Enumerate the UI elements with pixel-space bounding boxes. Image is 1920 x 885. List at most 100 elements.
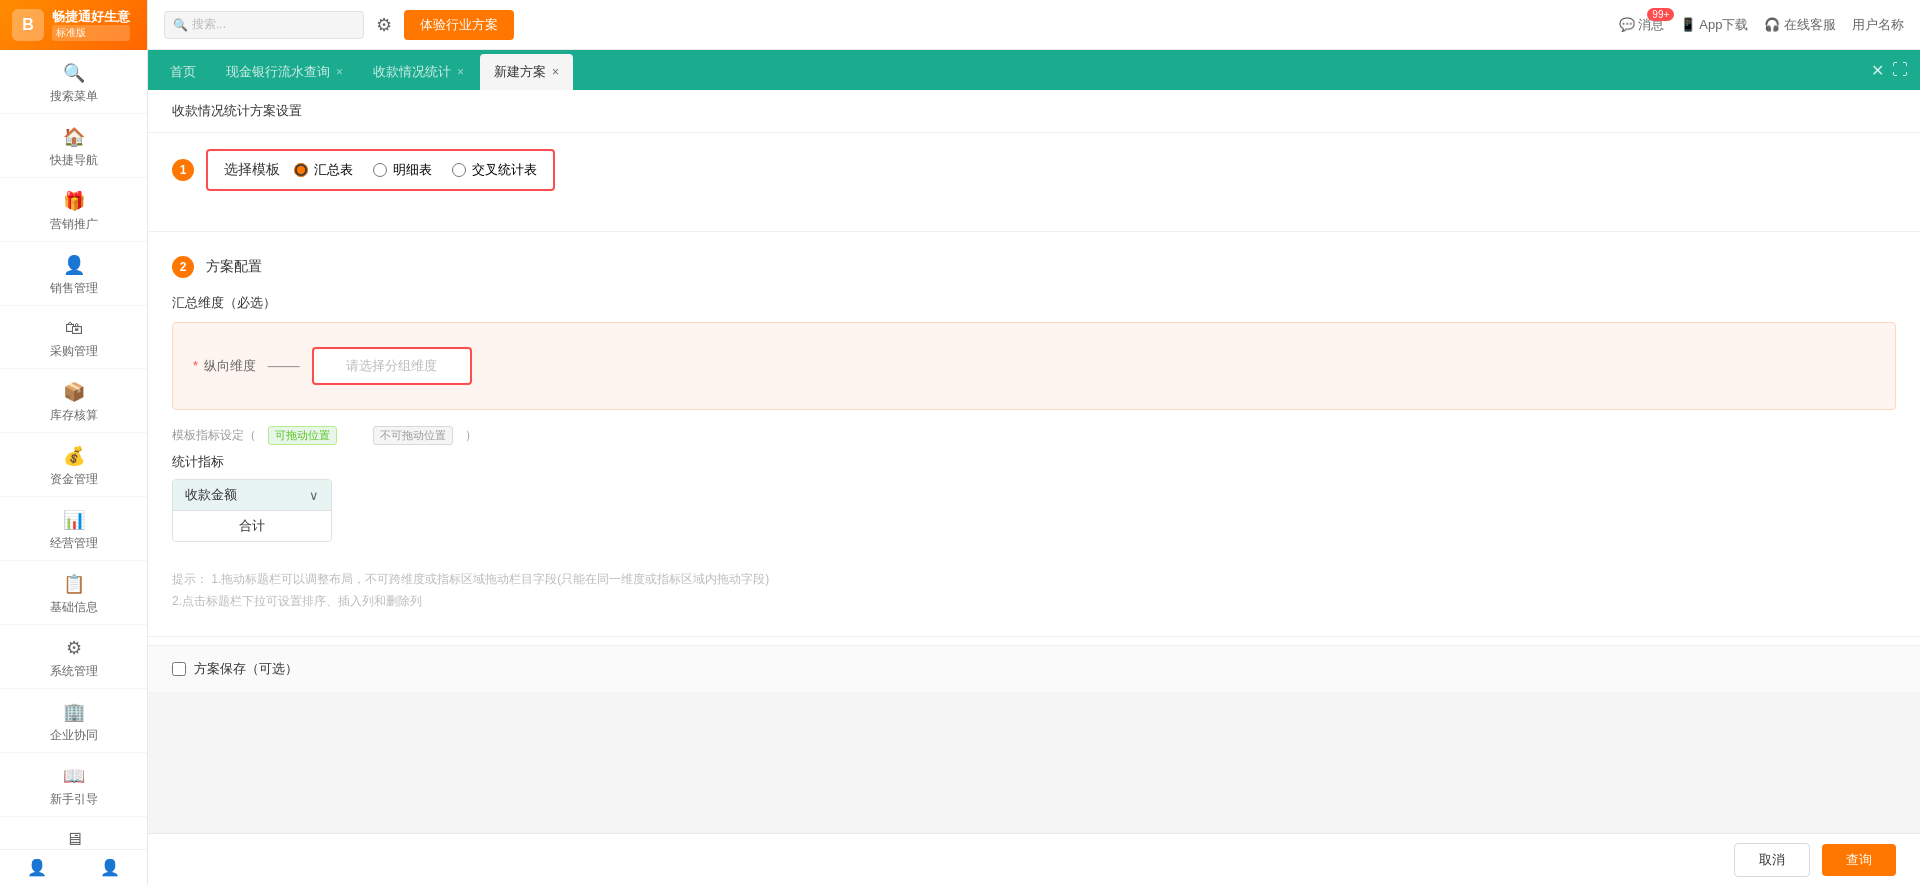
guide-icon: 📖: [63, 765, 85, 787]
dimension-row: * 纵向维度 —— 请选择分组维度: [193, 347, 1875, 385]
step2-badge: 2: [172, 256, 194, 278]
system-icon: ⚙: [66, 637, 82, 659]
tab-bank-flow-close[interactable]: ×: [336, 66, 343, 78]
column-dropdown-icon[interactable]: ∨: [309, 488, 319, 503]
radio-cross[interactable]: 交叉统计表: [452, 161, 537, 179]
tab-bank-flow[interactable]: 现金银行流水查询 ×: [212, 54, 357, 90]
radio-detail-input[interactable]: [373, 163, 387, 177]
download-item[interactable]: 📱 App下载: [1680, 16, 1748, 34]
tab-bank-flow-label: 现金银行流水查询: [226, 63, 330, 81]
sidebar-item-label: 基础信息: [50, 599, 98, 616]
metrics-header: 模板指标设定（ 可拖动位置 不可拖动位置 ）: [172, 426, 1896, 445]
page-content: 收款情况统计方案设置 1 选择模板 汇总表: [148, 90, 1920, 692]
radio-summary-input[interactable]: [294, 163, 308, 177]
tab-fullscreen-icon[interactable]: ⛶: [1892, 61, 1908, 79]
sidebar-item-search-menu[interactable]: 🔍 搜索菜单: [0, 50, 147, 114]
sidebar-item-marketing[interactable]: 🎁 营销推广: [0, 178, 147, 242]
sales-icon: 👤: [63, 254, 85, 276]
sidebar-item-label: 营销推广: [50, 216, 98, 233]
sidebar-item-sales[interactable]: 👤 销售管理: [0, 242, 147, 306]
metrics-separator: [349, 427, 361, 444]
logo-text: 畅捷通好生意: [52, 9, 130, 25]
sidebar-item-label: 新手引导: [50, 791, 98, 808]
sidebar-item-purchase[interactable]: 🛍 采购管理: [0, 306, 147, 369]
cancel-button[interactable]: 取消: [1734, 843, 1810, 877]
sidebar-footer-item-1[interactable]: 👤: [27, 858, 47, 877]
save-label: 方案保存（可选）: [194, 660, 298, 678]
hint-line-1: 提示： 1.拖动标题栏可以调整布局，不可跨维度或指标区域拖动栏目字段(只能在同一…: [172, 569, 1896, 591]
tab-home-label: 首页: [170, 63, 196, 81]
tab-new-plan-close[interactable]: ×: [552, 66, 559, 78]
tab-receipt-stat[interactable]: 收款情况统计 ×: [359, 54, 478, 90]
notification-item[interactable]: 💬 99+ 消息: [1619, 16, 1665, 34]
stats-column-header: 收款金额: [185, 486, 237, 504]
search-placeholder: 搜索...: [192, 16, 226, 33]
step2-label: 方案配置: [206, 258, 262, 276]
sidebar-footer-item-2[interactable]: 👤: [100, 858, 120, 877]
stats-table: 收款金额 ∨ 合计: [172, 479, 332, 542]
inventory-icon: 📦: [63, 381, 85, 403]
metrics-close-bracket: ）: [465, 427, 477, 444]
save-checkbox[interactable]: [172, 662, 186, 676]
purchase-icon: 🛍: [65, 318, 83, 339]
username-label: 用户名称: [1852, 17, 1904, 32]
radio-group-template: 汇总表 明细表 交叉统计表: [294, 161, 537, 179]
tab-home[interactable]: 首页: [156, 54, 210, 90]
hardware-icon: 🖥: [65, 829, 83, 849]
metrics-title-text: 模板指标设定（: [172, 427, 256, 444]
sidebar-item-finance[interactable]: 💰 资金管理: [0, 433, 147, 497]
settings-button[interactable]: ⚙: [376, 14, 392, 36]
sidebar-item-quick-nav[interactable]: 🏠 快捷导航: [0, 114, 147, 178]
radio-detail[interactable]: 明细表: [373, 161, 432, 179]
sidebar-item-label: 经营管理: [50, 535, 98, 552]
user-avatar-icon-2: 👤: [100, 858, 120, 877]
logo-badge: 标准版: [52, 25, 130, 41]
footer-bar: 取消 查询: [148, 833, 1920, 885]
sidebar-item-guide[interactable]: 📖 新手引导: [0, 753, 147, 817]
radio-summary-label: 汇总表: [314, 161, 353, 179]
tab-receipt-stat-label: 收款情况统计: [373, 63, 451, 81]
sidebar-item-system[interactable]: ⚙ 系统管理: [0, 625, 147, 689]
dimension-placeholder[interactable]: 请选择分组维度: [312, 347, 472, 385]
search-icon: 🔍: [173, 18, 188, 32]
sidebar-nav: 🔍 搜索菜单 🏠 快捷导航 🎁 营销推广 👤 销售管理 🛍 采购管理 📦: [0, 50, 147, 849]
unmovable-badge: 不可拖动位置: [373, 426, 453, 445]
tab-receipt-stat-close[interactable]: ×: [457, 66, 464, 78]
sidebar-item-hardware[interactable]: 🖥 智能硬件: [0, 817, 147, 849]
template-select-area: 选择模板 汇总表 明细表: [206, 149, 555, 191]
step2-section: 2 方案配置 汇总维度（必选） * 纵向维度: [148, 240, 1920, 628]
movable-badge: 可拖动位置: [268, 426, 337, 445]
tab-bar-right: ✕ ⛶: [1871, 50, 1912, 90]
sidebar-item-label: 库存核算: [50, 407, 98, 424]
arrow-icon: ——: [268, 357, 300, 375]
search-box[interactable]: 🔍 搜索...: [164, 11, 364, 39]
search-menu-icon: 🔍: [63, 62, 85, 84]
sidebar: B 畅捷通好生意 标准版 🔍 搜索菜单 🏠 快捷导航 🎁 营销推广 👤 销售管理: [0, 0, 148, 885]
sidebar-item-inventory[interactable]: 📦 库存核算: [0, 369, 147, 433]
page-title: 收款情况统计方案设置: [172, 103, 302, 118]
tab-new-plan-label: 新建方案: [494, 63, 546, 81]
user-info[interactable]: 用户名称: [1852, 16, 1904, 34]
step1-section: 1 选择模板 汇总表 明细: [148, 133, 1920, 223]
query-button[interactable]: 查询: [1822, 844, 1896, 876]
hint-line-2: 2.点击标题栏下拉可设置排序、插入列和删除列: [172, 591, 1896, 613]
top-right-items: 💬 99+ 消息 📱 App下载 🎧 在线客服 用户名称: [1619, 16, 1904, 34]
sidebar-item-operations[interactable]: 📊 经营管理: [0, 497, 147, 561]
radio-cross-label: 交叉统计表: [472, 161, 537, 179]
sidebar-item-base-info[interactable]: 📋 基础信息: [0, 561, 147, 625]
tab-close-all-icon[interactable]: ✕: [1871, 61, 1884, 80]
service-item[interactable]: 🎧 在线客服: [1764, 16, 1836, 34]
dimension-area: * 纵向维度 —— 请选择分组维度: [172, 322, 1896, 410]
hint-area: 提示： 1.拖动标题栏可以调整布局，不可跨维度或指标区域拖动栏目字段(只能在同一…: [172, 569, 1896, 612]
top-bar-actions: 💬 99+ 消息 📱 App下载 🎧 在线客服 用户名称: [1619, 16, 1904, 34]
radio-summary[interactable]: 汇总表: [294, 161, 353, 179]
sidebar-item-label: 采购管理: [50, 343, 98, 360]
sidebar-item-label: 企业协同: [50, 727, 98, 744]
stats-table-header[interactable]: 收款金额 ∨: [173, 480, 331, 511]
tab-new-plan[interactable]: 新建方案 ×: [480, 54, 573, 90]
radio-cross-input[interactable]: [452, 163, 466, 177]
industry-plan-button[interactable]: 体验行业方案: [404, 10, 514, 40]
step1-label: 选择模板: [224, 161, 280, 179]
sidebar-item-corp[interactable]: 🏢 企业协同: [0, 689, 147, 753]
content-area: 收款情况统计方案设置 1 选择模板 汇总表: [148, 90, 1920, 833]
